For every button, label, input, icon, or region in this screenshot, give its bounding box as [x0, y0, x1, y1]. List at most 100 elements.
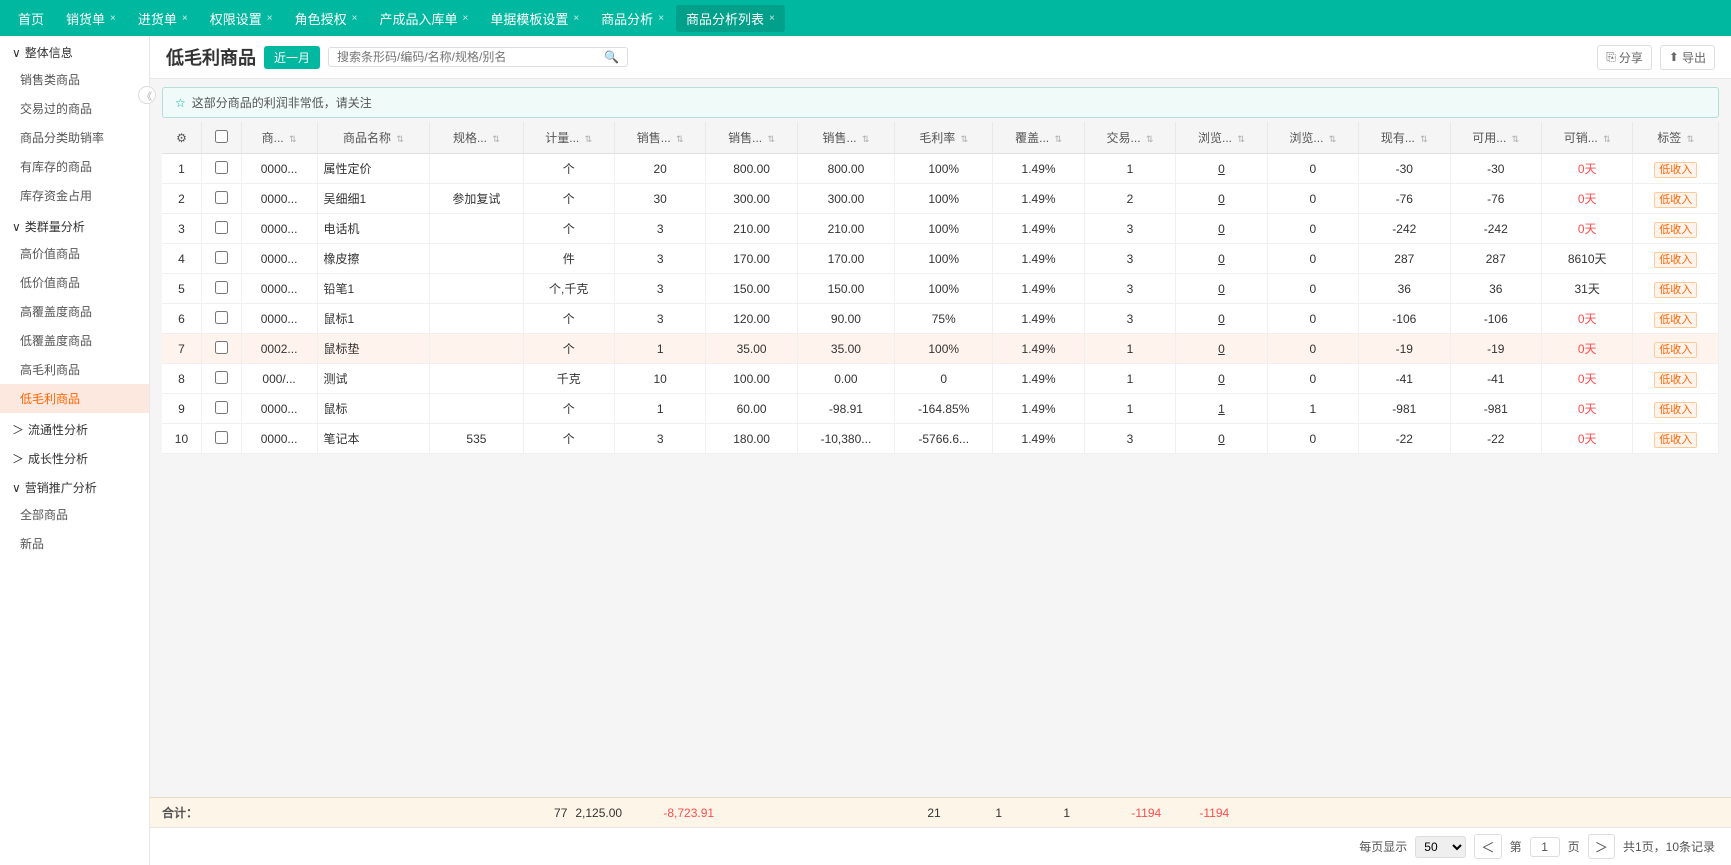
search-input[interactable]: [337, 50, 604, 64]
sidebar-item-high-margin[interactable]: 高毛利商品: [0, 355, 149, 384]
nav-home[interactable]: 首页: [8, 5, 54, 32]
sidebar-item-low-coverage[interactable]: 低覆盖度商品: [0, 326, 149, 355]
sidebar-group-overall[interactable]: ∨ 整体信息: [0, 36, 149, 65]
row-checkbox[interactable]: [215, 281, 228, 294]
th-browse1[interactable]: 浏览... ⇅: [1176, 122, 1267, 154]
row-checkbox[interactable]: [215, 311, 228, 324]
row-stock: -76: [1359, 184, 1450, 214]
row-checkbox[interactable]: [215, 161, 228, 174]
close-icon[interactable]: ×: [110, 13, 116, 24]
sidebar-item-high-value[interactable]: 高价值商品: [0, 239, 149, 268]
close-icon[interactable]: ×: [267, 13, 273, 24]
th-spec[interactable]: 规格... ⇅: [430, 122, 523, 154]
row-checkbox[interactable]: [215, 251, 228, 264]
nav-template-settings[interactable]: 单据模板设置 ×: [480, 5, 589, 32]
sidebar-group-marketing[interactable]: ∨ 营销推广分析: [0, 471, 149, 500]
sidebar-item-high-coverage[interactable]: 高覆盖度商品: [0, 297, 149, 326]
sidebar-item-category-rate[interactable]: 商品分类助销率: [0, 123, 149, 152]
nav-product-inbound[interactable]: 产成品入库单 ×: [369, 5, 478, 32]
th-transaction[interactable]: 交易... ⇅: [1084, 122, 1175, 154]
row-sale-qty: 1: [614, 394, 705, 424]
row-unit: 个: [523, 424, 614, 454]
sidebar-group-circulation[interactable]: ＞ 流通性分析: [0, 413, 149, 442]
row-checkbox[interactable]: [215, 431, 228, 444]
th-checkbox[interactable]: [201, 122, 241, 154]
row-tag: 低收入: [1633, 244, 1719, 274]
th-sale-qty[interactable]: 销售... ⇅: [614, 122, 705, 154]
row-browse2: 0: [1267, 334, 1358, 364]
row-browse1: 0: [1176, 424, 1267, 454]
sidebar-item-traded-goods[interactable]: 交易过的商品: [0, 94, 149, 123]
sidebar-item-low-margin[interactable]: 低毛利商品: [0, 384, 149, 413]
row-spec: [430, 214, 523, 244]
sidebar-group-cluster[interactable]: ∨ 类群量分析: [0, 210, 149, 239]
row-tag: 低收入: [1633, 154, 1719, 184]
th-name[interactable]: 商品名称 ⇅: [317, 122, 430, 154]
row-checkbox[interactable]: [215, 401, 228, 414]
th-sale-profit[interactable]: 销售... ⇅: [797, 122, 894, 154]
row-sale-qty: 1: [614, 334, 705, 364]
nav-product-analysis-list[interactable]: 商品分析列表 ×: [676, 5, 785, 32]
next-page-button[interactable]: ＞: [1588, 834, 1615, 859]
search-icon[interactable]: 🔍: [604, 50, 619, 64]
row-browse1: 0: [1176, 154, 1267, 184]
sort-icon: ⇅: [676, 134, 684, 144]
nav-product-analysis[interactable]: 商品分析 ×: [591, 5, 674, 32]
sidebar-collapse-button[interactable]: 《: [138, 86, 156, 104]
row-available: -22: [1450, 424, 1541, 454]
sidebar-group-growth[interactable]: ＞ 成长性分析: [0, 442, 149, 471]
row-checkbox[interactable]: [215, 191, 228, 204]
search-box: 🔍: [328, 47, 628, 67]
row-coverage: 1.49%: [993, 424, 1084, 454]
sidebar-item-all-goods[interactable]: 全部商品: [0, 500, 149, 529]
row-checkbox[interactable]: [215, 221, 228, 234]
close-icon[interactable]: ×: [352, 13, 358, 24]
row-checkbox[interactable]: [215, 371, 228, 384]
sidebar-item-in-stock[interactable]: 有库存的商品: [0, 152, 149, 181]
nav-purchase-order[interactable]: 进货单 ×: [128, 5, 198, 32]
select-all-checkbox[interactable]: [215, 130, 228, 143]
prev-page-button[interactable]: ＜: [1474, 834, 1501, 859]
th-sale-amt[interactable]: 销售... ⇅: [706, 122, 797, 154]
row-unit: 个: [523, 394, 614, 424]
share-button[interactable]: ⎘ 分享: [1597, 45, 1652, 70]
row-sale-amt: 35.00: [706, 334, 797, 364]
th-coverage[interactable]: 覆盖... ⇅: [993, 122, 1084, 154]
row-sale-profit: 800.00: [797, 154, 894, 184]
th-tag[interactable]: 标签 ⇅: [1633, 122, 1719, 154]
row-gross-rate: 100%: [895, 184, 993, 214]
close-icon[interactable]: ×: [573, 13, 579, 24]
export-button[interactable]: ⬆ 导出: [1660, 45, 1715, 70]
row-name: 属性定价: [317, 154, 430, 184]
th-unit[interactable]: 计量... ⇅: [523, 122, 614, 154]
sort-icon: ⇅: [1512, 134, 1520, 144]
filter-recent-month-button[interactable]: 近一月: [264, 46, 320, 69]
row-spec: [430, 334, 523, 364]
th-available[interactable]: 可用... ⇅: [1450, 122, 1541, 154]
sidebar-item-low-value[interactable]: 低价值商品: [0, 268, 149, 297]
th-settings[interactable]: ⚙: [162, 122, 201, 154]
row-checkbox[interactable]: [215, 341, 228, 354]
sidebar-item-new-goods[interactable]: 新品: [0, 529, 149, 558]
row-browse1: 0: [1176, 364, 1267, 394]
row-saleable: 0天: [1541, 334, 1632, 364]
nav-permissions[interactable]: 权限设置 ×: [200, 5, 283, 32]
th-code[interactable]: 商... ⇅: [241, 122, 317, 154]
close-icon[interactable]: ×: [462, 13, 468, 24]
sort-icon: ⇅: [396, 134, 404, 144]
th-saleable[interactable]: 可销... ⇅: [1541, 122, 1632, 154]
close-icon[interactable]: ×: [182, 13, 188, 24]
chevron-down-icon: ∨: [12, 481, 21, 495]
close-icon[interactable]: ×: [769, 13, 775, 24]
th-stock[interactable]: 现有... ⇅: [1359, 122, 1450, 154]
th-browse2[interactable]: 浏览... ⇅: [1267, 122, 1358, 154]
row-no: 8: [162, 364, 201, 394]
close-icon[interactable]: ×: [658, 13, 664, 24]
export-icon: ⬆: [1669, 50, 1679, 64]
nav-sales-order[interactable]: 销货单 ×: [56, 5, 126, 32]
page-size-select[interactable]: 50 100 200: [1415, 836, 1466, 858]
sidebar-item-sales-goods[interactable]: 销售类商品: [0, 65, 149, 94]
th-gross-rate[interactable]: 毛利率 ⇅: [895, 122, 993, 154]
sidebar-item-inventory-funds[interactable]: 库存资金占用: [0, 181, 149, 210]
nav-role-auth[interactable]: 角色授权 ×: [285, 5, 368, 32]
